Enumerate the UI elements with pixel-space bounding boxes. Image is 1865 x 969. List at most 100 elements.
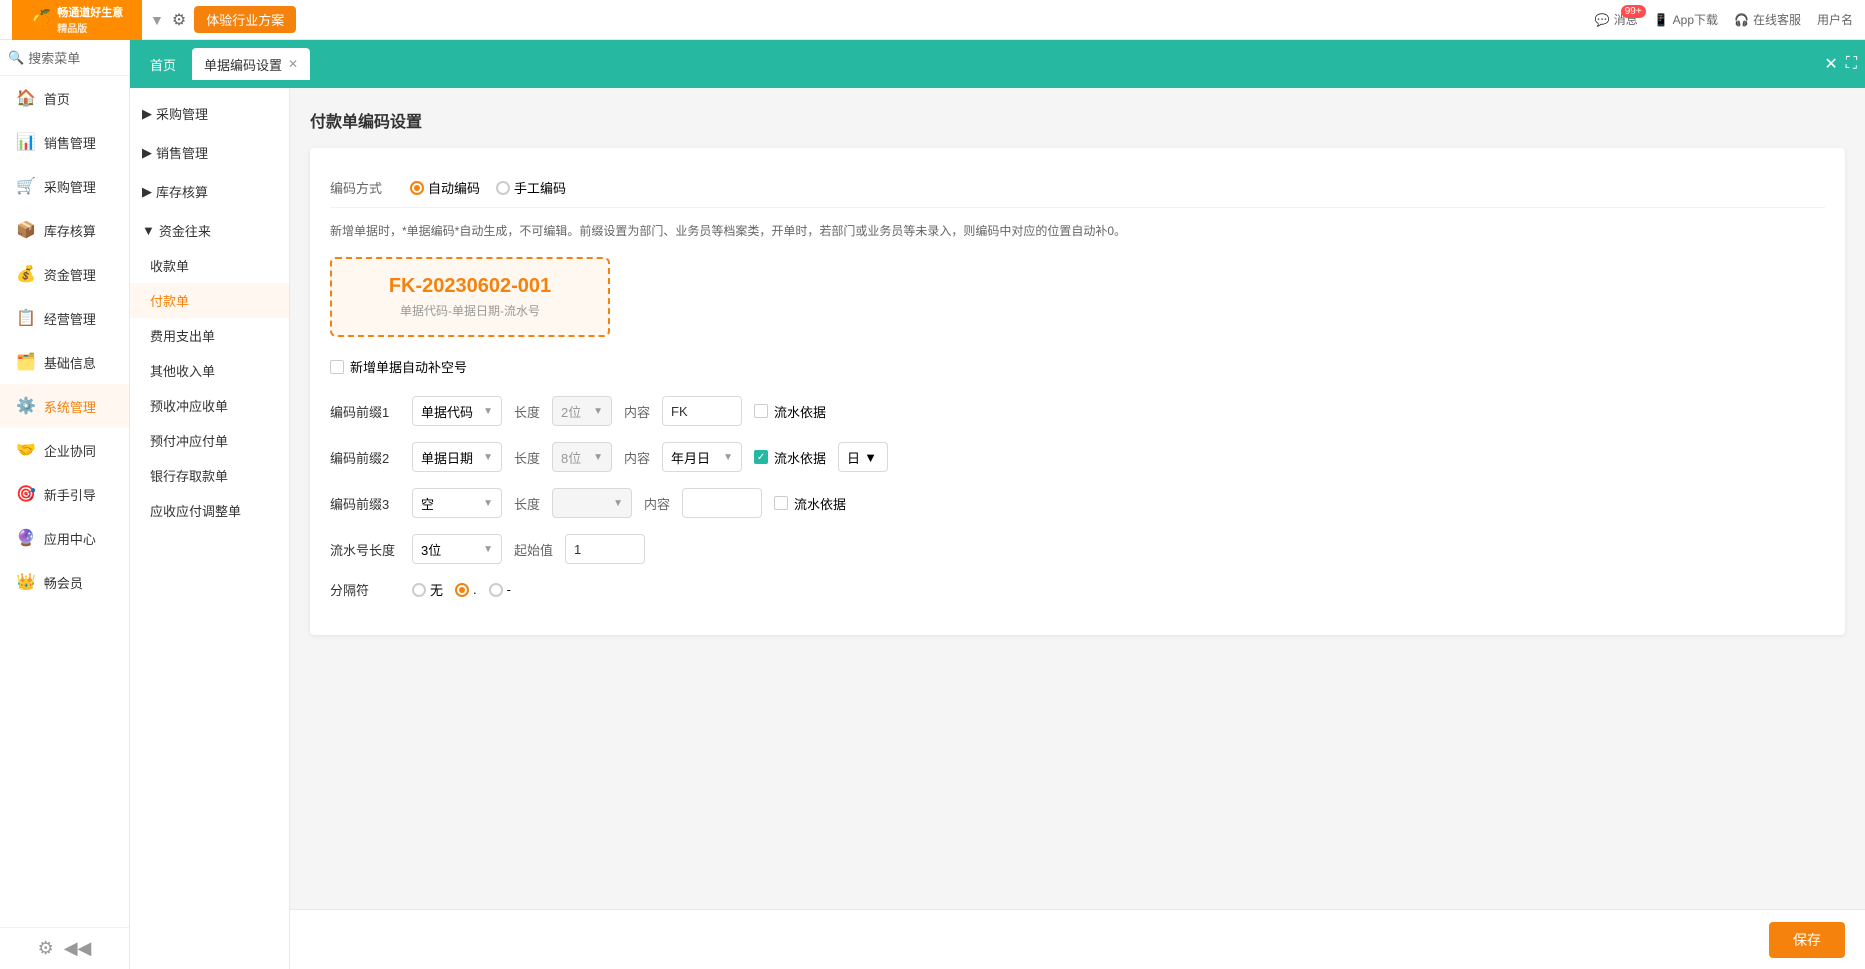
menu-group-sales: ▶ 销售管理 (130, 135, 289, 170)
prefix2-day-select[interactable]: 日 ▼ (838, 442, 888, 472)
group-label: 资金往来 (159, 221, 211, 240)
gear-icon[interactable]: ⚙ (172, 10, 186, 30)
online-service-label: 在线客服 (1753, 11, 1801, 28)
menu-item-expense[interactable]: 费用支出单 (130, 318, 289, 353)
group-label: 销售管理 (156, 143, 208, 162)
sidebar-item-label: 首页 (44, 89, 70, 108)
sidebar-item-label: 系统管理 (44, 397, 96, 416)
prefix1-serial-checkbox[interactable] (754, 404, 768, 418)
search-button[interactable]: 🔍 搜索菜单 (8, 48, 121, 67)
expand-icon: ▶ (142, 184, 152, 200)
separator-dot-radio[interactable]: . (455, 582, 477, 597)
separator-hyphen-radio[interactable]: - (489, 582, 511, 597)
menu-group-sales-title[interactable]: ▶ 销售管理 (130, 135, 289, 170)
settings-bottom-icon[interactable]: ⚙ (38, 938, 54, 959)
prefix1-label: 编码前缀1 (330, 402, 400, 421)
serial-start-input[interactable]: 1 (565, 534, 645, 564)
dropdown-icon[interactable]: ▼ (150, 12, 164, 28)
tab-close-icon[interactable]: ✕ (288, 57, 298, 71)
menu-item-ap-adjust[interactable]: 应收应付调整单 (130, 493, 289, 528)
menu-item-payment[interactable]: 付款单 (130, 283, 289, 318)
serial-length-arrow: ▼ (483, 544, 493, 555)
auto-encoding-radio[interactable]: 自动编码 (410, 178, 480, 197)
preview-sub: 单据代码-单据日期-流水号 (356, 302, 584, 319)
messages-button[interactable]: 💬 消息 99+ (1595, 11, 1638, 28)
sidebar-item-label: 采购管理 (44, 177, 96, 196)
prefix2-day-arrow: ▼ (864, 450, 877, 465)
prefix2-serial-checkbox[interactable]: ✓ (754, 450, 768, 464)
search-area[interactable]: 🔍 搜索菜单 (0, 40, 129, 76)
menu-group-purchase-title[interactable]: ▶ 采购管理 (130, 96, 289, 131)
serial-length-label: 流水号长度 (330, 540, 400, 559)
prefix2-length: 8位 ▼ (552, 442, 612, 472)
prefix1-select[interactable]: 单据代码 ▼ (412, 396, 502, 426)
menu-item-other-income[interactable]: 其他收入单 (130, 353, 289, 388)
menu-group-inventory: ▶ 库存核算 (130, 174, 289, 209)
sidebar-item-apps[interactable]: 🔮 应用中心 (0, 516, 129, 560)
sidebar-item-sales[interactable]: 📊 销售管理 (0, 120, 129, 164)
app-download-label: App下载 (1673, 11, 1718, 28)
prefix3-arrow: ▼ (483, 498, 493, 509)
prefix3-select[interactable]: 空 ▼ (412, 488, 502, 518)
sidebar-item-base[interactable]: 🗂️ 基础信息 (0, 340, 129, 384)
prefix2-serial-label: 流水依据 (774, 448, 826, 467)
operations-icon: 📋 (16, 308, 36, 328)
manual-encoding-radio[interactable]: 手工编码 (496, 178, 566, 197)
finance-icon: 💰 (16, 264, 36, 284)
sidebar-item-label: 库存核算 (44, 221, 96, 240)
prefix1-content-value: FK (671, 404, 688, 419)
prefix2-length-value: 8位 (561, 448, 581, 467)
separator-hyphen-dot (489, 583, 503, 597)
prefix2-select[interactable]: 单据日期 ▼ (412, 442, 502, 472)
menu-item-receipts[interactable]: 收款单 (130, 248, 289, 283)
sidebar-item-member[interactable]: 👑 畅会员 (0, 560, 129, 604)
menu-item-advance-recv[interactable]: 预收冲应收单 (130, 388, 289, 423)
messages-count: 99+ (1621, 5, 1646, 18)
sidebar-item-operations[interactable]: 📋 经营管理 (0, 296, 129, 340)
auto-fill-checkbox[interactable] (330, 360, 344, 374)
separator-label: 分隔符 (330, 580, 400, 599)
prefix3-serial-checkbox[interactable] (774, 496, 788, 510)
app-download-button[interactable]: 📱 App下载 (1654, 11, 1718, 28)
sidebar-item-label: 基础信息 (44, 353, 96, 372)
menu-item-bank[interactable]: 银行存取款单 (130, 458, 289, 493)
minimize-icon[interactable]: ✕ (1824, 54, 1837, 74)
preview-code: FK-20230602-001 (356, 275, 584, 298)
prefix2-content-select[interactable]: 年月日 ▼ (662, 442, 742, 472)
sidebar-item-purchase[interactable]: 🛒 采购管理 (0, 164, 129, 208)
menu-item-advance-pay[interactable]: 预付冲应付单 (130, 423, 289, 458)
sidebar-item-enterprise[interactable]: 🤝 企业协同 (0, 428, 129, 472)
main-layout: 🔍 搜索菜单 🏠 首页 📊 销售管理 🛒 采购管理 📦 库存核算 💰 (0, 40, 1865, 969)
search-icon: 🔍 (8, 50, 24, 66)
tab-home[interactable]: 首页 (138, 48, 188, 80)
save-button[interactable]: 保存 (1769, 922, 1845, 958)
user-info[interactable]: 用户名 (1817, 11, 1853, 28)
prefix3-value: 空 (421, 494, 434, 513)
sidebar-item-finance[interactable]: 💰 资金管理 (0, 252, 129, 296)
maximize-icon[interactable]: ⛶ (1846, 55, 1857, 73)
sidebar-item-home[interactable]: 🏠 首页 (0, 76, 129, 120)
group-label: 库存核算 (156, 182, 208, 201)
separator-row: 分隔符 无 . - (330, 580, 1825, 599)
home-icon: 🏠 (16, 88, 36, 108)
collapse-icon[interactable]: ◀◀ (64, 938, 92, 959)
left-sidebar: 🔍 搜索菜单 🏠 首页 📊 销售管理 🛒 采购管理 📦 库存核算 💰 (0, 40, 130, 969)
sidebar-item-system[interactable]: ⚙️ 系统管理 (0, 384, 129, 428)
sidebar-item-label: 资金管理 (44, 265, 96, 284)
preview-box: FK-20230602-001 单据代码-单据日期-流水号 (330, 257, 610, 337)
online-service-button[interactable]: 🎧 在线客服 (1734, 11, 1801, 28)
logo-text: 畅通道好生意 精品版 (57, 4, 123, 35)
separator-none-radio[interactable]: 无 (412, 580, 443, 599)
sidebar-item-inventory[interactable]: 📦 库存核算 (0, 208, 129, 252)
trial-button[interactable]: 体验行业方案 (194, 6, 296, 33)
menu-group-inventory-title[interactable]: ▶ 库存核算 (130, 174, 289, 209)
sidebar-item-newguide[interactable]: 🎯 新手引导 (0, 472, 129, 516)
sidebar-item-label: 销售管理 (44, 133, 96, 152)
tab-encoding[interactable]: 单据编码设置 ✕ (192, 48, 310, 80)
auto-fill-row: 新增单据自动补空号 (330, 357, 1825, 376)
prefix2-content-arrow: ▼ (723, 452, 733, 463)
serial-length-select[interactable]: 3位 ▼ (412, 534, 502, 564)
serial-length-row: 流水号长度 3位 ▼ 起始值 1 (330, 534, 1825, 564)
menu-group-finance-title[interactable]: ▼ 资金往来 (130, 213, 289, 248)
prefix3-serial-label: 流水依据 (794, 494, 846, 513)
